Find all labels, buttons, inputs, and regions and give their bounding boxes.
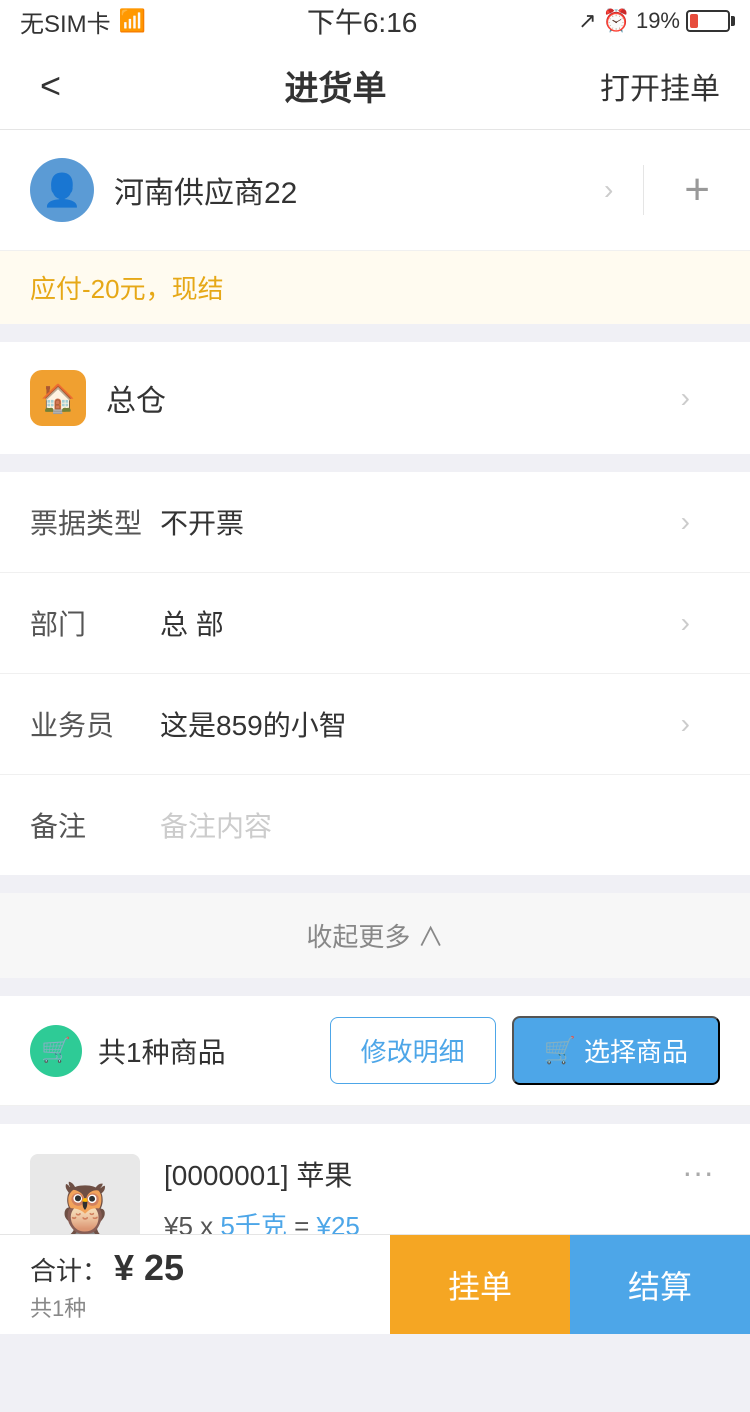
remark-input[interactable]: 备注内容 bbox=[150, 805, 720, 845]
collapse-row[interactable]: 收起更多 ∧ bbox=[0, 893, 750, 978]
bottom-bar: 合计： ¥ 25 共1种 挂单 结算 bbox=[0, 1234, 750, 1334]
cart-icon: 🛒 bbox=[41, 1036, 71, 1065]
total-amount: ¥ 25 bbox=[114, 1247, 184, 1289]
salesperson-label: 业务员 bbox=[30, 704, 150, 744]
salesperson-chevron-icon: › bbox=[681, 708, 690, 740]
warehouse-icon: 🏠 bbox=[30, 370, 86, 426]
select-product-label: 选择商品 bbox=[584, 1032, 688, 1069]
product-code: [0000001] bbox=[164, 1160, 296, 1191]
battery-icon bbox=[686, 10, 730, 32]
notice-text: 应付-20元，现结 bbox=[30, 274, 224, 304]
house-icon: 🏠 bbox=[41, 382, 76, 415]
supplier-chevron-icon: › bbox=[604, 174, 613, 206]
settle-label: 结算 bbox=[628, 1262, 692, 1308]
battery-percent: 19% bbox=[636, 8, 680, 34]
products-section: 🛒 共1种商品 修改明细 🛒 选择商品 bbox=[0, 996, 750, 1106]
dept-chevron-icon: › bbox=[681, 607, 690, 639]
page-title: 进货单 bbox=[285, 61, 387, 110]
warehouse-name: 总仓 bbox=[106, 376, 681, 420]
hang-label: 挂单 bbox=[448, 1262, 512, 1308]
wifi-icon: 📶 bbox=[119, 8, 146, 34]
bill-type-chevron-icon: › bbox=[681, 506, 690, 538]
bill-type-label: 票据类型 bbox=[30, 502, 150, 542]
divider bbox=[643, 165, 644, 215]
form-section: 票据类型 不开票 › 部门 总 部 › 业务员 这是859的小智 › 备注 备注… bbox=[0, 472, 750, 875]
salesperson-value: 这是859的小智 bbox=[150, 704, 681, 744]
product-title: 苹果 bbox=[296, 1160, 352, 1191]
dept-value: 总 部 bbox=[150, 603, 681, 643]
bill-type-value: 不开票 bbox=[150, 502, 681, 542]
select-product-icon: 🛒 bbox=[544, 1035, 576, 1066]
add-supplier-button[interactable]: + bbox=[674, 165, 720, 215]
salesperson-row[interactable]: 业务员 这是859的小智 › bbox=[0, 674, 750, 775]
products-header: 🛒 共1种商品 修改明细 🛒 选择商品 bbox=[0, 996, 750, 1106]
alarm-icon: ⏰ bbox=[603, 8, 630, 34]
edit-detail-button[interactable]: 修改明细 bbox=[330, 1017, 496, 1084]
open-hang-button[interactable]: 打开挂单 bbox=[600, 64, 720, 108]
supplier-section: 👤 河南供应商22 › + 应付-20元，现结 bbox=[0, 130, 750, 324]
product-more-button[interactable]: ··· bbox=[676, 1154, 720, 1191]
status-right: ↗ ⏰ 19% bbox=[578, 8, 730, 34]
products-icon: 🛒 bbox=[30, 1025, 82, 1077]
nav-bar: < 进货单 打开挂单 bbox=[0, 42, 750, 130]
products-count: 共1种商品 bbox=[98, 1031, 330, 1071]
notice-bar: 应付-20元，现结 bbox=[0, 251, 750, 324]
location-icon: ↗ bbox=[578, 8, 596, 34]
status-left: 无SIM卡 📶 bbox=[20, 4, 146, 39]
bill-type-row[interactable]: 票据类型 不开票 › bbox=[0, 472, 750, 573]
total-section: 合计： ¥ 25 共1种 bbox=[0, 1235, 390, 1334]
warehouse-chevron-icon: › bbox=[681, 382, 690, 414]
dept-row[interactable]: 部门 总 部 › bbox=[0, 573, 750, 674]
hang-button[interactable]: 挂单 bbox=[390, 1235, 570, 1334]
time-label: 下午6:16 bbox=[307, 1, 418, 41]
carrier-label: 无SIM卡 bbox=[20, 4, 111, 39]
product-info: [0000001] 苹果 ¥5 x 5千克 = ¥25 bbox=[164, 1154, 676, 1243]
back-button[interactable]: < bbox=[30, 55, 71, 117]
supplier-name: 河南供应商22 bbox=[114, 168, 604, 212]
supplier-row[interactable]: 👤 河南供应商22 › + bbox=[0, 130, 750, 251]
remark-row[interactable]: 备注 备注内容 bbox=[0, 775, 750, 875]
warehouse-row[interactable]: 🏠 总仓 › bbox=[0, 342, 750, 454]
owl-icon: 🦉 bbox=[53, 1179, 118, 1240]
supplier-avatar: 👤 bbox=[30, 158, 94, 222]
product-name: [0000001] 苹果 bbox=[164, 1154, 676, 1194]
remark-label: 备注 bbox=[30, 805, 150, 845]
settle-button[interactable]: 结算 bbox=[570, 1235, 750, 1334]
collapse-label: 收起更多 ∧ bbox=[306, 917, 443, 954]
status-bar: 无SIM卡 📶 下午6:16 ↗ ⏰ 19% bbox=[0, 0, 750, 42]
dept-label: 部门 bbox=[30, 603, 150, 643]
select-product-button[interactable]: 🛒 选择商品 bbox=[512, 1016, 720, 1085]
person-icon: 👤 bbox=[42, 171, 82, 209]
total-label: 合计： bbox=[30, 1251, 108, 1288]
total-count: 共1种 bbox=[30, 1291, 360, 1323]
warehouse-section: 🏠 总仓 › bbox=[0, 342, 750, 454]
